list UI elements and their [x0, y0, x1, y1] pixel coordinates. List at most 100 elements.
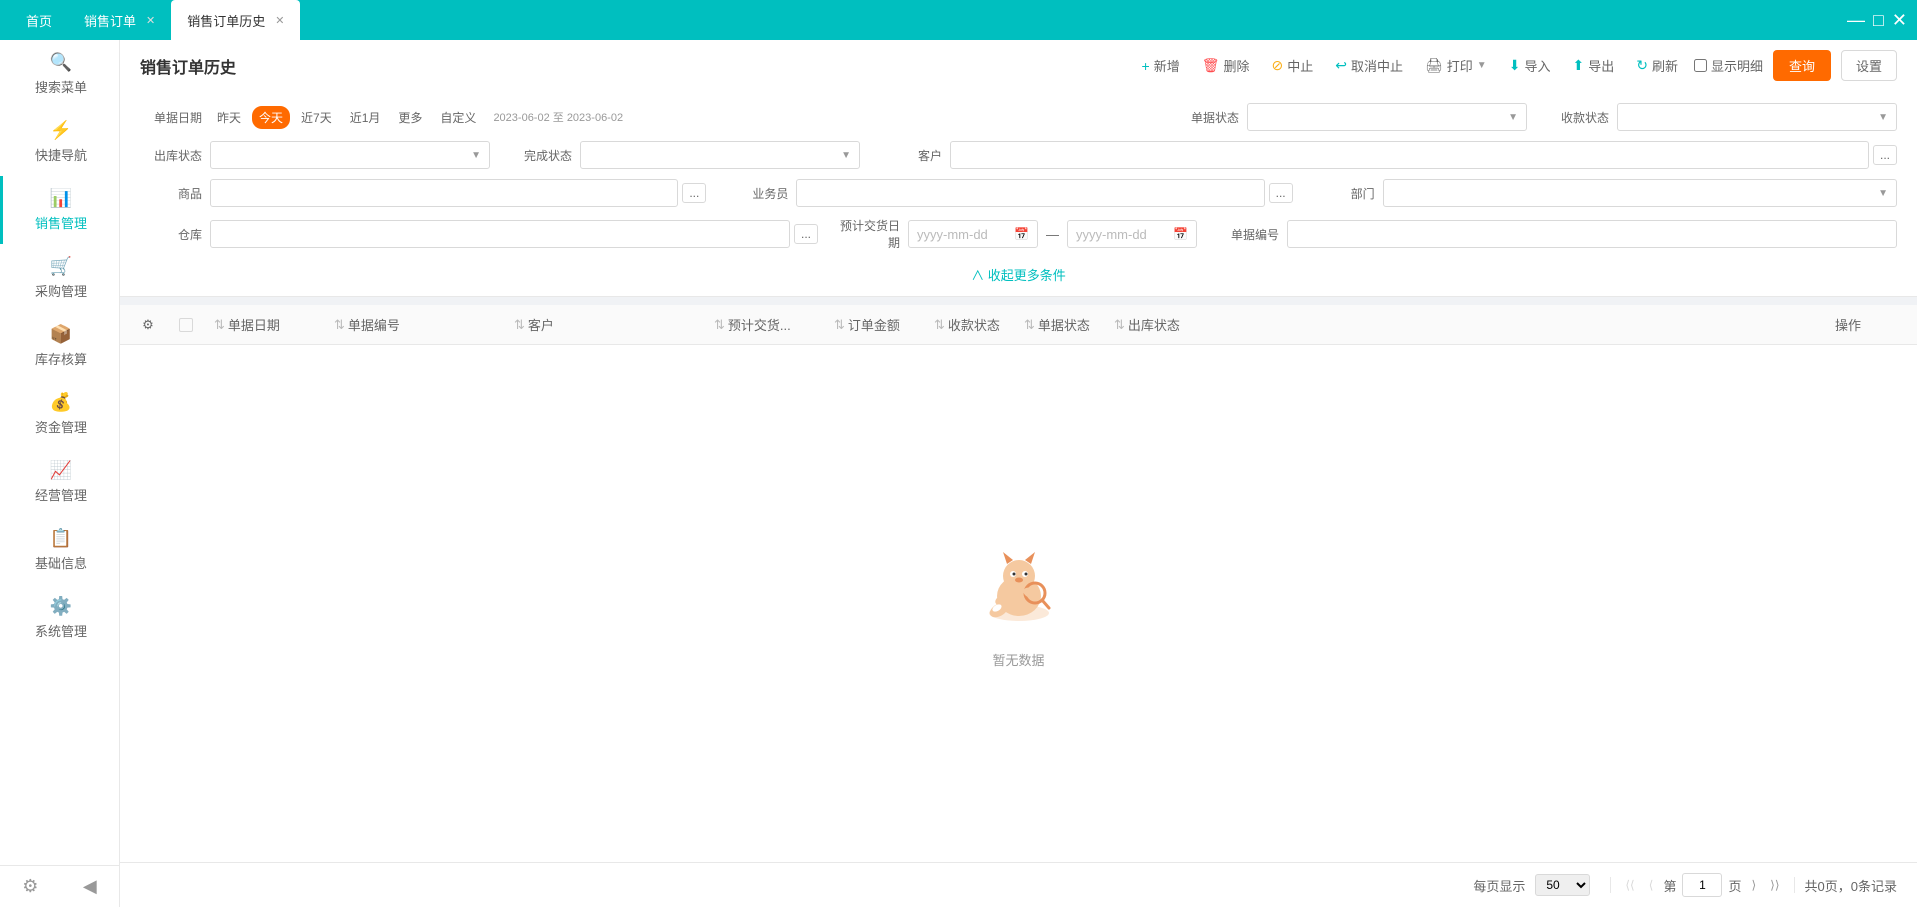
total-text: 共0页，0条记录 [1805, 876, 1897, 895]
ops-mgmt-icon: 📈 [50, 460, 72, 481]
add-icon: + [1142, 58, 1150, 74]
cancel-stop-button[interactable]: ↩ 取消中止 [1329, 52, 1409, 79]
table-settings-col[interactable]: ⚙ [130, 317, 166, 333]
col-delivery-label: 预计交货... [728, 315, 791, 334]
table-col-number[interactable]: ⇅ 单据编号 [326, 315, 506, 334]
table-col-date[interactable]: ⇅ 单据日期 [206, 315, 326, 334]
table-select-all-checkbox[interactable] [179, 318, 193, 332]
sidebar-item-basic-info[interactable]: 📋 基础信息 [0, 516, 119, 584]
sidebar-item-purchase-mgmt[interactable]: 🛒 采购管理 [0, 244, 119, 312]
tab-sales-order-history-label: 销售订单历史 [187, 11, 265, 30]
window-controls: — □ ✕ [1847, 10, 1907, 31]
purchase-mgmt-icon: 🛒 [50, 256, 72, 277]
calendar-end-icon[interactable]: 📅 [1173, 227, 1188, 241]
complete-status-select[interactable]: ▼ [580, 141, 860, 169]
delivery-date-end[interactable]: yyyy-mm-dd 📅 [1067, 220, 1197, 248]
col-amount-sort-icon: ⇅ [834, 317, 845, 333]
salesperson-ellipsis-button[interactable]: ... [1269, 183, 1293, 203]
import-label: 导入 [1524, 56, 1550, 75]
salesperson-input[interactable] [796, 179, 1264, 207]
doc-status-select[interactable]: ▼ [1247, 103, 1527, 131]
col-out-status-label: 出库状态 [1128, 315, 1180, 334]
goods-input[interactable] [210, 179, 678, 207]
export-button[interactable]: ⬆ 导出 [1566, 52, 1620, 79]
tab-home[interactable]: 首页 [10, 0, 68, 40]
table-checkbox-col[interactable] [166, 318, 206, 332]
table-settings-icon: ⚙ [142, 317, 154, 333]
tab-sales-order-history-close[interactable]: ✕ [275, 14, 284, 27]
display-toggle-label: 显示明细 [1711, 56, 1763, 75]
delivery-date-start[interactable]: yyyy-mm-dd 📅 [908, 220, 1038, 248]
delete-button[interactable]: 🗑 删除 [1196, 52, 1256, 79]
doc-number-input[interactable] [1287, 220, 1897, 248]
date-btn-more[interactable]: 更多 [391, 106, 429, 129]
stop-button[interactable]: ⊘ 中止 [1266, 52, 1320, 79]
cancel-stop-label: 取消中止 [1351, 56, 1403, 75]
settings-button[interactable]: 设置 [1841, 50, 1897, 81]
page-last-button[interactable]: ⟩⟩ [1766, 876, 1783, 894]
date-btn-1month[interactable]: 近1月 [343, 106, 388, 129]
close-icon[interactable]: ✕ [1892, 10, 1907, 31]
sidebar-item-inventory[interactable]: 📦 库存核算 [0, 312, 119, 380]
table-col-doc-status[interactable]: ⇅ 单据状态 [1016, 315, 1106, 334]
table-col-out-status[interactable]: ⇅ 出库状态 [1106, 315, 1196, 334]
warehouse-input[interactable] [210, 220, 790, 248]
add-button[interactable]: + 新增 [1136, 52, 1186, 79]
collapse-icon[interactable]: ◀ [83, 876, 97, 897]
per-page-select[interactable]: 50 100 200 [1535, 874, 1590, 896]
query-button[interactable]: 查询 [1773, 50, 1831, 81]
date-btn-custom[interactable]: 自定义 [433, 106, 483, 129]
table-area: ⚙ ⇅ 单据日期 ⇅ 单据编号 ⇅ 客户 [120, 305, 1917, 907]
minimize-icon[interactable]: — [1847, 10, 1865, 31]
table-col-delivery[interactable]: ⇅ 预计交货... [706, 315, 826, 334]
sidebar-item-ops-mgmt[interactable]: 📈 经营管理 [0, 448, 119, 516]
page-prev-button[interactable]: ⟨ [1645, 876, 1658, 894]
warehouse-ellipsis-button[interactable]: ... [794, 224, 818, 244]
page-input[interactable] [1682, 873, 1722, 897]
date-range-text: 2023-06-02 至 2023-06-02 [493, 109, 623, 125]
sidebar-item-sales-mgmt[interactable]: 📊 销售管理 [0, 176, 119, 244]
date-btn-yesterday[interactable]: 昨天 [210, 106, 248, 129]
display-toggle-checkbox[interactable] [1694, 59, 1707, 72]
display-toggle[interactable]: 显示明细 [1694, 56, 1763, 75]
collapse-row[interactable]: ∧ 收起更多条件 [140, 261, 1897, 284]
calendar-start-icon[interactable]: 📅 [1014, 227, 1029, 241]
sidebar-item-funds-mgmt[interactable]: 💰 资金管理 [0, 380, 119, 448]
customer-ellipsis-button[interactable]: ... [1873, 145, 1897, 165]
sidebar-item-funds-mgmt-label: 资金管理 [35, 417, 87, 436]
table-col-customer[interactable]: ⇅ 客户 [506, 315, 706, 334]
sidebar-item-search-menu[interactable]: 🔍 搜索菜单 [0, 40, 119, 108]
empty-state-text: 暂无数据 [992, 650, 1044, 669]
inner-content: 销售订单历史 + 新增 🗑 删除 ⊘ 中止 [120, 40, 1917, 907]
col-amount-label: 订单金额 [848, 315, 900, 334]
complete-status-arrow-icon: ▼ [841, 150, 851, 161]
col-num-label: 单据编号 [348, 315, 400, 334]
date-btn-7days[interactable]: 近7天 [294, 106, 339, 129]
sidebar-item-sys-mgmt[interactable]: ⚙️ 系统管理 [0, 584, 119, 652]
maximize-icon[interactable]: □ [1873, 10, 1884, 31]
tab-sales-order-close[interactable]: ✕ [146, 14, 155, 27]
refresh-button[interactable]: ↻ 刷新 [1630, 52, 1684, 79]
department-arrow-icon: ▼ [1878, 188, 1888, 199]
goods-ellipsis-button[interactable]: ... [682, 183, 706, 203]
page-next-button[interactable]: ⟩ [1747, 876, 1760, 894]
add-label: 新增 [1154, 56, 1180, 75]
inventory-icon: 📦 [50, 324, 72, 345]
tab-sales-order-history[interactable]: 销售订单历史 ✕ [171, 0, 300, 40]
table-col-payment-status[interactable]: ⇅ 收款状态 [926, 315, 1016, 334]
footer-divider-2 [1794, 877, 1795, 893]
page-first-button[interactable]: ⟨⟨ [1621, 876, 1638, 894]
tab-sales-order[interactable]: 销售订单 ✕ [68, 0, 171, 40]
out-status-select[interactable]: ▼ [210, 141, 490, 169]
table-col-amount[interactable]: ⇅ 订单金额 [826, 315, 926, 334]
settings-bottom-icon[interactable]: ⚙ [22, 876, 38, 897]
import-button[interactable]: ⬇ 导入 [1503, 52, 1557, 79]
customer-input[interactable] [950, 141, 1869, 169]
col-action-label: 操作 [1835, 315, 1861, 334]
print-button[interactable]: 🖨 打印 ▼ [1419, 52, 1493, 79]
date-btn-today[interactable]: 今天 [252, 106, 290, 129]
payment-status-select[interactable]: ▼ [1617, 103, 1897, 131]
date-shortcuts: 昨天 今天 近7天 近1月 更多 自定义 [210, 106, 483, 129]
department-select[interactable]: ▼ [1383, 179, 1897, 207]
sidebar-item-quick-nav[interactable]: ⚡ 快捷导航 [0, 108, 119, 176]
